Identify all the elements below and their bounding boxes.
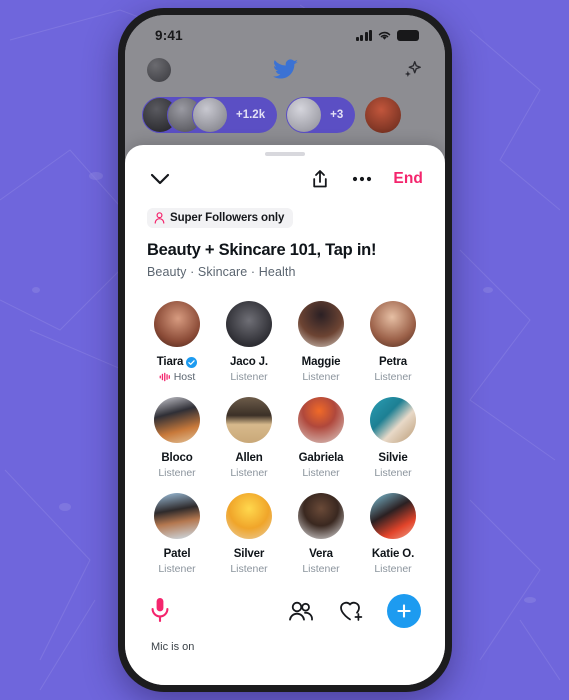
twitter-bird-icon xyxy=(273,59,298,79)
participant-role: Listener xyxy=(230,467,268,479)
avatar xyxy=(298,301,344,347)
participant-role: Listener xyxy=(374,467,412,479)
participant-role: Host xyxy=(173,371,196,383)
space-detail-sheet: End Super Followers only Beauty + Skinca… xyxy=(125,145,445,685)
participant-name: Silvie xyxy=(378,452,408,464)
space-participant-faces xyxy=(142,97,228,133)
plus-icon xyxy=(397,604,411,618)
participant-card[interactable]: Patel Listener xyxy=(141,493,213,575)
participant-name: Katie O. xyxy=(371,548,415,560)
participant-card[interactable]: Maggie Listener xyxy=(285,301,357,383)
avatar xyxy=(154,301,200,347)
add-button[interactable] xyxy=(387,594,421,628)
space-action-bar: Mic is on xyxy=(125,585,445,685)
participant-role: Listener xyxy=(374,563,412,575)
audio-waveform-icon xyxy=(159,372,170,382)
phone-screen: 9:41 +1.2k +3 End Super Followers only B… xyxy=(125,15,445,685)
super-followers-label: Super Followers only xyxy=(170,212,285,224)
participant-role: Listener xyxy=(302,563,340,575)
verified-badge-icon xyxy=(186,356,198,368)
avatar xyxy=(226,301,272,347)
participant-card[interactable]: Petra Listener xyxy=(357,301,429,383)
end-space-button[interactable]: End xyxy=(393,170,423,188)
space-count-label: +1.2k xyxy=(236,109,266,121)
wifi-icon xyxy=(378,31,391,40)
participant-card[interactable]: Allen Listener xyxy=(213,397,285,479)
space-participant-avatar[interactable] xyxy=(365,97,402,133)
participant-card[interactable]: Vera Listener xyxy=(285,493,357,575)
avatar xyxy=(370,397,416,443)
participant-card[interactable]: Bloco Listener xyxy=(141,397,213,479)
space-title: Beauty + Skincare 101, Tap in! xyxy=(147,241,377,259)
participant-name: Maggie xyxy=(301,356,341,368)
participant-name: Patel xyxy=(163,548,191,560)
mic-status-label: Mic is on xyxy=(151,641,195,653)
avatar xyxy=(298,397,344,443)
microphone-icon xyxy=(151,598,169,623)
status-bar: 9:41 xyxy=(125,15,445,49)
cellular-bars-icon xyxy=(355,29,372,41)
participant-role: Listener xyxy=(374,371,412,383)
participant-card[interactable]: Katie O. Listener xyxy=(357,493,429,575)
people-icon[interactable] xyxy=(287,597,315,625)
participant-name: Vera xyxy=(309,548,333,560)
participant-name: Silver xyxy=(233,548,265,560)
space-pill[interactable]: +1.2k xyxy=(142,97,278,133)
participant-card[interactable]: Jaco J. Listener xyxy=(213,301,285,383)
participant-role: Listener xyxy=(158,563,196,575)
super-followers-icon xyxy=(154,212,165,224)
participant-role: Listener xyxy=(158,467,196,479)
battery-icon xyxy=(397,29,419,41)
participant-name: Petra xyxy=(378,356,408,368)
participant-card[interactable]: Silver Listener xyxy=(213,493,285,575)
avatar xyxy=(226,397,272,443)
avatar xyxy=(370,301,416,347)
participant-name: Tiara xyxy=(156,356,184,368)
super-followers-badge: Super Followers only xyxy=(147,208,294,228)
participants-grid: Tiara Host Jaco J. Listener Maggie Liste… xyxy=(125,279,445,575)
participant-name: Bloco xyxy=(161,452,193,464)
app-top-navbar xyxy=(125,49,445,91)
space-count-label: +3 xyxy=(330,109,344,121)
avatar xyxy=(226,493,272,539)
chevron-down-icon[interactable] xyxy=(147,166,173,192)
participant-name: Allen xyxy=(235,452,263,464)
phone-device-frame: 9:41 +1.2k +3 End Super Followers only B… xyxy=(118,8,452,692)
mic-toggle-button[interactable] xyxy=(149,596,171,626)
avatar xyxy=(154,397,200,443)
profile-avatar[interactable] xyxy=(147,58,171,82)
participant-role: Listener xyxy=(230,371,268,383)
avatar xyxy=(370,493,416,539)
participant-card[interactable]: Tiara Host xyxy=(141,301,213,383)
heart-plus-icon[interactable] xyxy=(337,597,365,625)
participant-name: Gabriela xyxy=(298,452,344,464)
avatar xyxy=(154,493,200,539)
participant-role: Listener xyxy=(230,563,268,575)
participant-card[interactable]: Silvie Listener xyxy=(357,397,429,479)
ellipsis-icon[interactable] xyxy=(349,166,375,192)
participant-role: Listener xyxy=(302,371,340,383)
participant-name: Jaco J. xyxy=(230,356,268,368)
space-participant-faces xyxy=(286,97,323,133)
participant-role: Listener xyxy=(302,467,340,479)
participant-card[interactable]: Gabriela Listener xyxy=(285,397,357,479)
space-pill[interactable]: +3 xyxy=(286,97,356,133)
avatar xyxy=(298,493,344,539)
status-bar-time: 9:41 xyxy=(155,27,183,43)
spaces-carousel: +1.2k +3 xyxy=(125,91,445,133)
share-icon[interactable] xyxy=(307,166,333,192)
space-topic-tags: Beauty · Skincare · Health xyxy=(147,265,296,279)
sheet-header: End xyxy=(125,156,445,192)
sparkle-icon[interactable] xyxy=(401,59,423,81)
footer-bottom-padding xyxy=(149,653,421,685)
